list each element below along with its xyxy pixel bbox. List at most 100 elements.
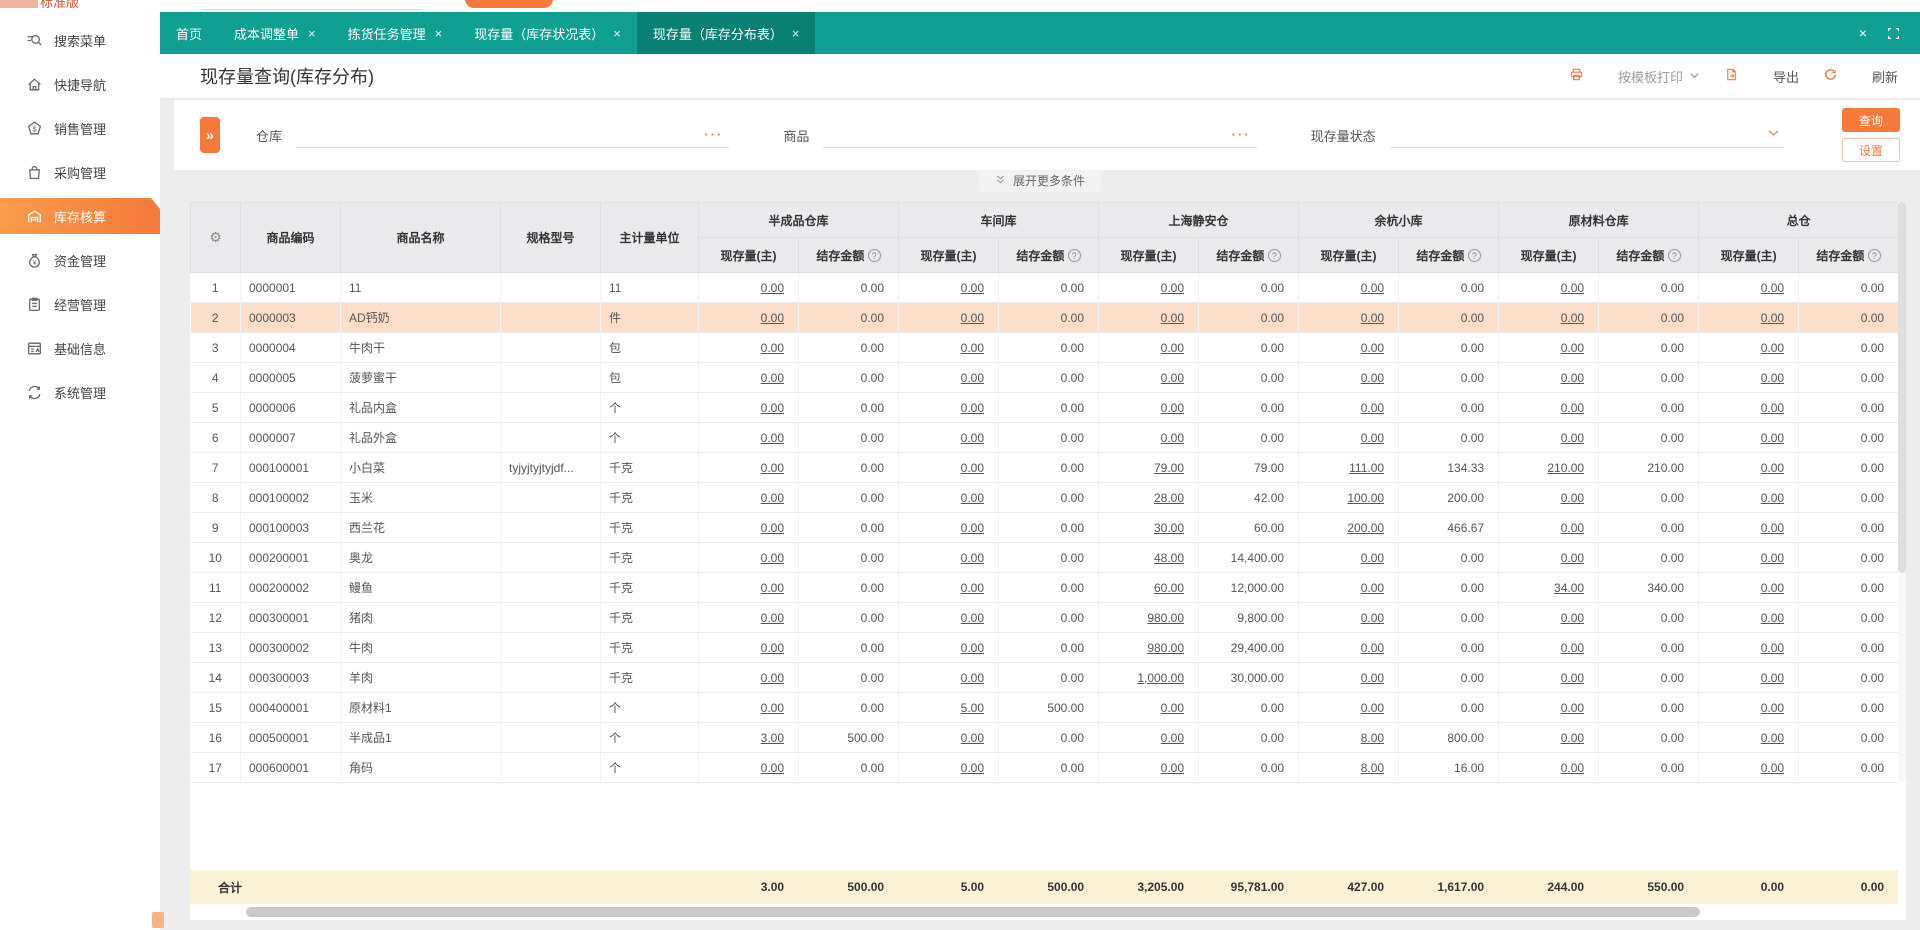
qty-link[interactable]: 0.00 (761, 641, 784, 655)
qty-link[interactable]: 980.00 (1147, 611, 1184, 625)
warehouse-filter-input[interactable]: ··· (296, 122, 730, 148)
qty-link[interactable]: 0.00 (1761, 341, 1784, 355)
column-header[interactable]: 商品编码 (240, 202, 341, 273)
qty-link[interactable]: 0.00 (1561, 311, 1584, 325)
table-row[interactable]: 10 000200001 奥龙 千克 0.00 0.00 0.00 0.00 48.00 14,4… (190, 542, 1900, 573)
query-button[interactable]: 查询 (1841, 108, 1900, 132)
qty-link[interactable]: 0.00 (1761, 491, 1784, 505)
qty-column-header[interactable]: 现存量(主) (1698, 237, 1800, 273)
qty-link[interactable]: 0.00 (961, 401, 984, 415)
table-row[interactable]: 8 000100002 玉米 千克 0.00 0.00 0.00 0.00 28.00 42.00… (190, 482, 1900, 513)
qty-link[interactable]: 0.00 (1561, 731, 1584, 745)
qty-link[interactable]: 0.00 (1761, 701, 1784, 715)
qty-link[interactable]: 0.00 (1761, 371, 1784, 385)
qty-link[interactable]: 0.00 (1361, 281, 1384, 295)
qty-link[interactable]: 0.00 (1161, 281, 1184, 295)
qty-link[interactable]: 0.00 (761, 551, 784, 565)
qty-link[interactable]: 0.00 (1161, 401, 1184, 415)
qty-link[interactable]: 1,000.00 (1137, 671, 1184, 685)
sidebar-item-inventory-accounting[interactable]: 库存核算 (0, 198, 160, 234)
qty-link[interactable]: 111.00 (1349, 461, 1384, 475)
qty-link[interactable]: 0.00 (1761, 521, 1784, 535)
vertical-scrollbar[interactable] (1898, 202, 1906, 782)
ellipsis-icon[interactable]: ··· (1232, 127, 1257, 142)
table-row[interactable]: 11 000200002 鳗鱼 千克 0.00 0.00 0.00 0.00 60.00 12,0… (190, 572, 1900, 603)
tab-close-icon[interactable]: × (435, 26, 443, 41)
refresh-button[interactable]: 刷新 (1823, 67, 1898, 86)
stock-status-select[interactable] (1389, 122, 1784, 148)
amount-column-header[interactable]: 结存金额 ? (1798, 237, 1900, 273)
qty-column-header[interactable]: 现存量(主) (698, 237, 799, 273)
qty-link[interactable]: 0.00 (761, 761, 784, 775)
qty-column-header[interactable]: 现存量(主) (898, 237, 1000, 273)
qty-link[interactable]: 0.00 (1161, 371, 1184, 385)
amount-column-header[interactable]: 结存金额 ? (1598, 237, 1700, 273)
qty-link[interactable]: 60.00 (1154, 581, 1184, 595)
qty-link[interactable]: 0.00 (1561, 371, 1584, 385)
horizontal-scrollbar[interactable] (190, 904, 1906, 920)
qty-link[interactable]: 48.00 (1154, 551, 1184, 565)
qty-link[interactable]: 79.00 (1154, 461, 1184, 475)
qty-link[interactable]: 200.00 (1347, 521, 1384, 535)
qty-link[interactable]: 0.00 (1561, 701, 1584, 715)
tab-close-icon[interactable]: × (613, 26, 621, 41)
table-row[interactable]: 9 000100003 西兰花 千克 0.00 0.00 0.00 0.00 30.00 60.0… (190, 512, 1900, 543)
qty-link[interactable]: 0.00 (961, 521, 984, 535)
fullscreen-icon[interactable] (1887, 27, 1900, 40)
qty-link[interactable]: 0.00 (1761, 731, 1784, 745)
qty-link[interactable]: 100.00 (1347, 491, 1384, 505)
qty-link[interactable]: 0.00 (1561, 671, 1584, 685)
table-row[interactable]: 5 0000006 礼品内盒 个 0.00 0.00 0.00 0.00 0.00 0.00 0.0… (190, 392, 1900, 423)
tab-stock-distribution[interactable]: 现存量（库存分布表） × (636, 12, 816, 54)
qty-link[interactable]: 0.00 (961, 611, 984, 625)
qty-link[interactable]: 0.00 (1361, 401, 1384, 415)
qty-link[interactable]: 0.00 (961, 371, 984, 385)
qty-link[interactable]: 0.00 (1361, 581, 1384, 595)
qty-link[interactable]: 0.00 (1161, 701, 1184, 715)
sidebar-item-purchase-mgmt[interactable]: 采购管理 (0, 154, 160, 190)
ellipsis-icon[interactable]: ··· (704, 127, 729, 142)
tab-picking-task[interactable]: 拣货任务管理 × (332, 12, 459, 54)
print-by-template-button[interactable]: 按模板打印 (1569, 67, 1700, 86)
tab-cost-adjustment[interactable]: 成本调整单 × (218, 12, 332, 54)
qty-link[interactable]: 0.00 (1361, 341, 1384, 355)
qty-link[interactable]: 0.00 (1761, 281, 1784, 295)
sidebar-item-search-menu[interactable]: 搜索菜单 (0, 22, 160, 58)
table-row[interactable]: 14 000300003 羊肉 千克 0.00 0.00 0.00 0.00 1,000.00 3… (190, 662, 1900, 693)
qty-link[interactable]: 0.00 (1361, 701, 1384, 715)
qty-link[interactable]: 0.00 (1361, 611, 1384, 625)
qty-link[interactable]: 0.00 (1361, 671, 1384, 685)
help-icon[interactable]: ? (1667, 248, 1681, 262)
close-all-tabs-icon[interactable]: × (1859, 25, 1867, 41)
sidebar-item-operations-mgmt[interactable]: 经营管理 (0, 286, 160, 322)
amount-column-header[interactable]: 结存金额 ? (998, 237, 1100, 273)
qty-link[interactable]: 0.00 (1761, 401, 1784, 415)
table-row[interactable]: 1 0000001 11 11 0.00 0.00 0.00 0.00 0.00 0.00 0.00… (190, 272, 1900, 303)
help-icon[interactable]: ? (1267, 248, 1281, 262)
qty-link[interactable]: 3.00 (761, 731, 784, 745)
qty-link[interactable]: 0.00 (961, 461, 984, 475)
qty-link[interactable]: 0.00 (1761, 461, 1784, 475)
qty-link[interactable]: 0.00 (1561, 641, 1584, 655)
qty-link[interactable]: 0.00 (1761, 311, 1784, 325)
export-button[interactable]: 导出 (1724, 67, 1799, 86)
qty-link[interactable]: 0.00 (1761, 671, 1784, 685)
qty-link[interactable]: 0.00 (761, 611, 784, 625)
sidebar-item-quick-nav[interactable]: 快捷导航 (0, 66, 160, 102)
table-row[interactable]: 7 000100001 小白菜 tyjyjtyjtyjdf... 千克 0.00 0.00 0… (190, 452, 1900, 483)
help-icon[interactable]: ? (1467, 248, 1481, 262)
qty-link[interactable]: 0.00 (1761, 551, 1784, 565)
qty-link[interactable]: 0.00 (961, 581, 984, 595)
qty-link[interactable]: 28.00 (1154, 491, 1184, 505)
table-row[interactable]: 13 000300002 牛肉 千克 0.00 0.00 0.00 0.00 980.00 29,… (190, 632, 1900, 663)
qty-link[interactable]: 5.00 (961, 701, 984, 715)
qty-link[interactable]: 0.00 (1361, 311, 1384, 325)
tab-home[interactable]: 首页 (160, 12, 218, 54)
qty-link[interactable]: 0.00 (1561, 341, 1584, 355)
qty-link[interactable]: 0.00 (761, 701, 784, 715)
qty-link[interactable]: 0.00 (961, 311, 984, 325)
qty-link[interactable]: 0.00 (1361, 371, 1384, 385)
qty-link[interactable]: 30.00 (1154, 521, 1184, 535)
qty-link[interactable]: 0.00 (1561, 281, 1584, 295)
sidebar-item-funds-mgmt[interactable]: ¥ 资金管理 (0, 242, 160, 278)
